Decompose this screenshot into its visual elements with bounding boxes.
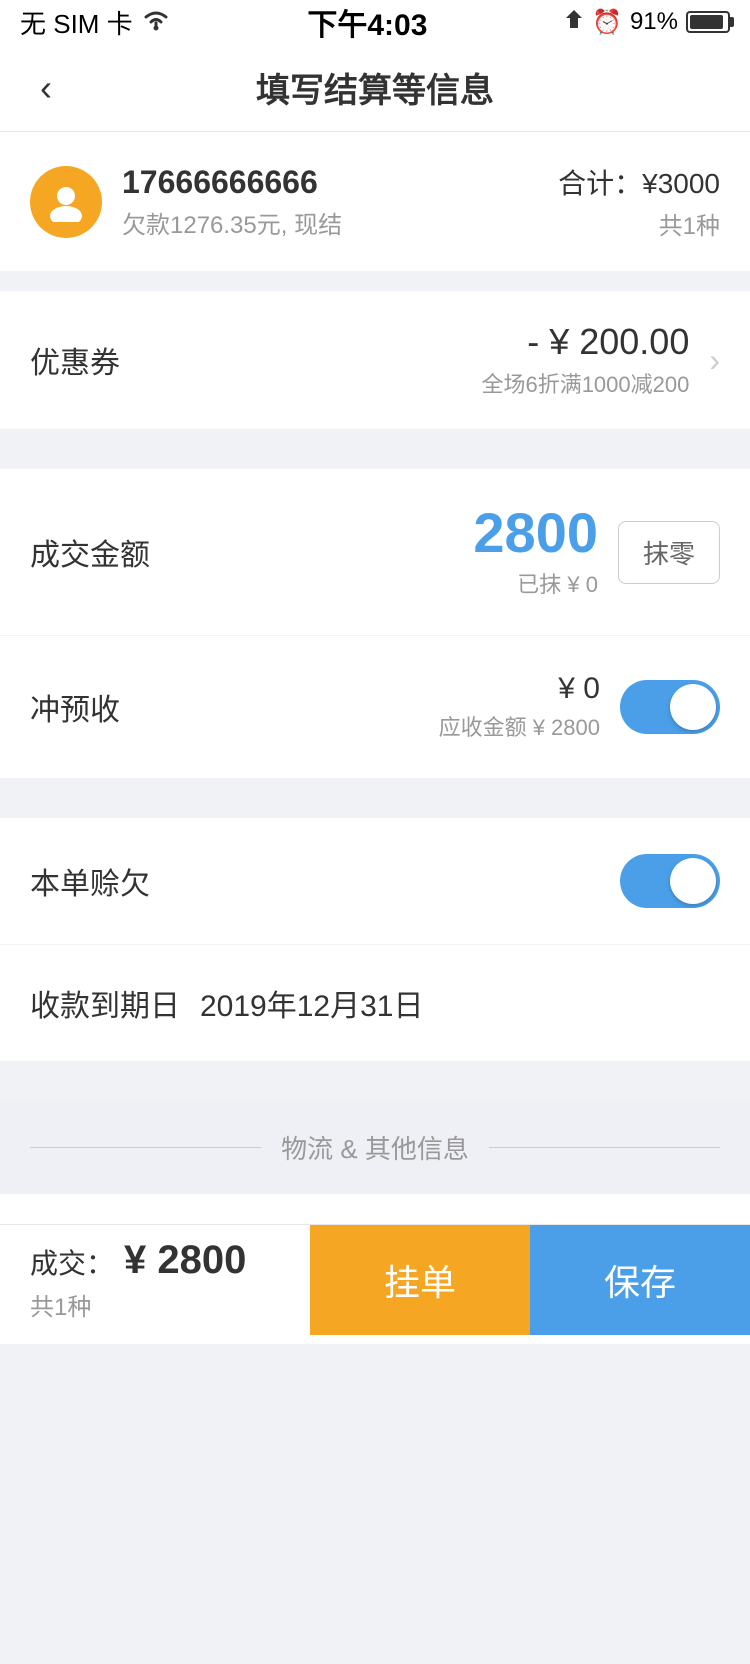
sim-label: 无 SIM 卡: [20, 4, 133, 41]
deal-amount-row: 成交金额 2800 已抹 ¥ 0 抹零: [0, 469, 750, 636]
header-line-left: [30, 1147, 261, 1148]
prepay-row: 冲预收 ¥ 0 应收金额 ¥ 2800: [0, 636, 750, 778]
bottom-count: 共1种: [30, 1287, 280, 1322]
deal-amount-value: 2800: [473, 505, 598, 561]
back-button[interactable]: ‹: [30, 57, 62, 119]
order-count: 共1种: [558, 206, 720, 241]
coupon-label: 优惠券: [30, 338, 120, 382]
section-divider-1: [0, 449, 750, 469]
prepay-value-area: ¥ 0 应收金额 ¥ 2800: [439, 672, 720, 742]
round-zero-button[interactable]: 抹零: [618, 521, 720, 584]
debt-label: 本单赊欠: [30, 859, 150, 903]
deal-amount-block: 2800 已抹 ¥ 0: [473, 505, 598, 599]
bottom-info: 成交： ¥ 2800 共1种: [0, 1238, 310, 1322]
debt-value-area: [620, 854, 720, 908]
bottom-deal-label: 成交：: [30, 1242, 114, 1282]
nav-bar: ‹ 填写结算等信息: [0, 44, 750, 132]
section-divider-2: [0, 798, 750, 818]
status-right: ⏰ 91%: [564, 8, 730, 37]
coupon-desc: 全场6折满1000减200: [481, 367, 689, 399]
debt-toggle[interactable]: [620, 854, 720, 908]
debt-toggle-knob: [670, 858, 716, 904]
coupon-amount: - ¥ 200.00: [481, 321, 689, 363]
logistics-section-header: 物流 & 其他信息: [0, 1101, 750, 1194]
customer-row: 17666666666 欠款1276.35元, 现结 合计：¥3000 共1种: [30, 162, 720, 241]
battery-icon: [686, 11, 730, 33]
coupon-info: - ¥ 200.00 全场6折满1000减200: [481, 321, 689, 399]
customer-debt: 欠款1276.35元, 现结: [122, 205, 342, 240]
customer-left: 17666666666 欠款1276.35元, 现结: [30, 164, 342, 240]
battery-percent: 91%: [630, 8, 678, 36]
prepay-amount: ¥ 0: [439, 672, 600, 706]
hold-button[interactable]: 挂单: [310, 1225, 530, 1335]
customer-right: 合计：¥3000 共1种: [558, 162, 720, 241]
prepay-value-block: ¥ 0 应收金额 ¥ 2800: [439, 672, 600, 742]
customer-info: 17666666666 欠款1276.35元, 现结: [122, 164, 342, 240]
customer-card: 17666666666 欠款1276.35元, 现结 合计：¥3000 共1种: [0, 132, 750, 271]
alarm-icon: ⏰: [592, 8, 622, 37]
deal-amount-label: 成交金额: [30, 530, 150, 574]
prepay-toggle[interactable]: [620, 680, 720, 734]
form-section-1: 成交金额 2800 已抹 ¥ 0 抹零 冲预收 ¥ 0 应收金额 ¥ 2800: [0, 469, 750, 778]
customer-phone: 17666666666: [122, 164, 342, 201]
bottom-deal-row: 成交： ¥ 2800: [30, 1238, 280, 1283]
due-date-row: 收款到期日 2019年12月31日: [0, 945, 750, 1061]
debt-row: 本单赊欠: [0, 818, 750, 945]
avatar: [30, 166, 102, 238]
wifi-icon: [141, 7, 171, 38]
due-date-value: 2019年12月31日: [200, 981, 423, 1025]
prepay-sub: 应收金额 ¥ 2800: [439, 710, 600, 742]
status-bar: 无 SIM 卡 下午4:03 ⏰ 91%: [0, 0, 750, 44]
status-time: 下午4:03: [307, 0, 427, 44]
header-line-right: [489, 1147, 720, 1148]
prepay-label: 冲预收: [30, 685, 120, 729]
due-date-label: 收款到期日: [30, 981, 180, 1025]
order-total: 合计：¥3000: [558, 162, 720, 202]
deal-amount-value-area: 2800 已抹 ¥ 0 抹零: [473, 505, 720, 599]
bottom-bar: 成交： ¥ 2800 共1种 挂单 保存: [0, 1224, 750, 1334]
content: 17666666666 欠款1276.35元, 现结 合计：¥3000 共1种 …: [0, 132, 750, 1664]
chevron-right-icon: ›: [709, 342, 720, 379]
form-section-2: 本单赊欠 收款到期日 2019年12月31日: [0, 818, 750, 1061]
location-icon: [564, 8, 584, 37]
coupon-row[interactable]: 优惠券 - ¥ 200.00 全场6折满1000减200 ›: [0, 291, 750, 429]
bottom-deal-amount: ¥ 2800: [124, 1238, 246, 1283]
page-title: 填写结算等信息: [256, 63, 494, 112]
section-divider-3: [0, 1081, 750, 1101]
deal-amount-sub: 已抹 ¥ 0: [473, 567, 598, 599]
save-button[interactable]: 保存: [530, 1225, 750, 1335]
toggle-knob: [670, 684, 716, 730]
logistics-section-title: 物流 & 其他信息: [281, 1129, 469, 1166]
coupon-right: - ¥ 200.00 全场6折满1000减200 ›: [481, 321, 720, 399]
extra-space: [0, 1344, 750, 1544]
status-left: 无 SIM 卡: [20, 4, 171, 41]
